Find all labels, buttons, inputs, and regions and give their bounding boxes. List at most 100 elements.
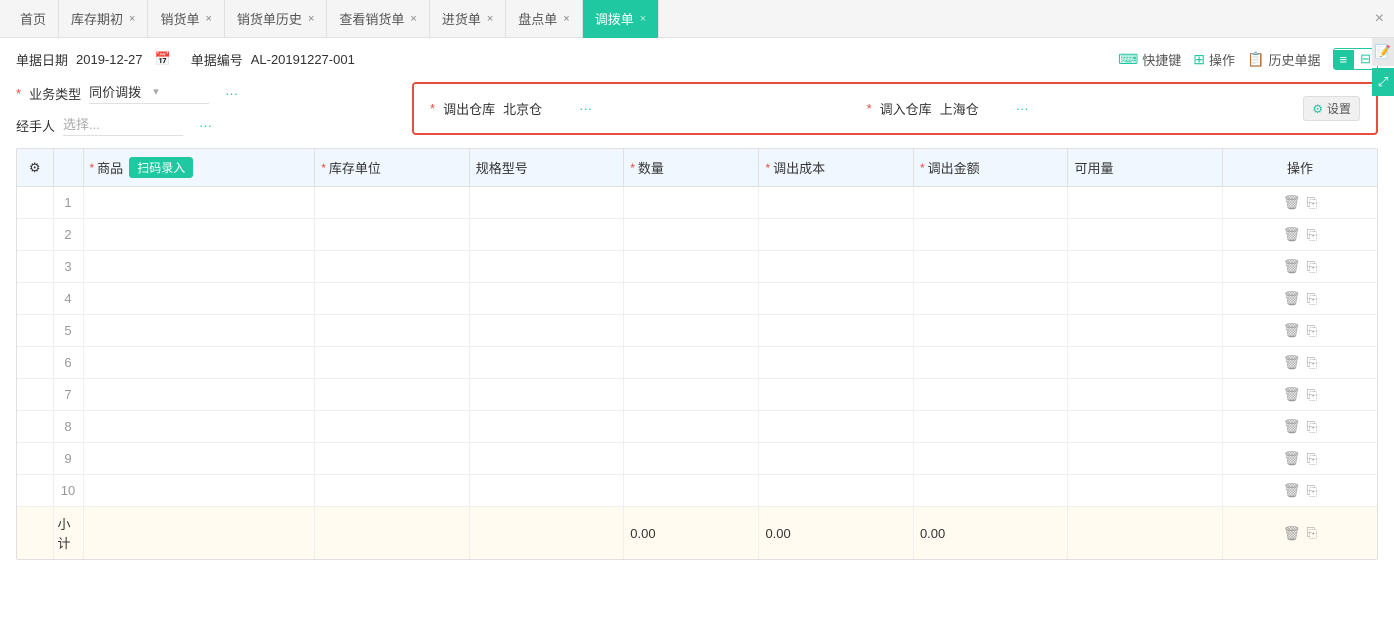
row-product-cell[interactable]	[83, 347, 315, 379]
tab-close-icon[interactable]: ×	[205, 13, 211, 25]
tab-close-icon[interactable]: ×	[487, 13, 493, 25]
row-cost-cell[interactable]: 0.00	[759, 507, 914, 560]
copy-row-icon[interactable]: ⎘	[1307, 483, 1317, 499]
row-amount-cell[interactable]	[913, 283, 1068, 315]
delete-row-icon[interactable]: 🗑	[1283, 525, 1301, 542]
tab-close-icon[interactable]: ×	[129, 13, 135, 25]
handler-input[interactable]: 选择...	[63, 114, 183, 136]
right-panel-expand-button[interactable]: ⤢	[1372, 68, 1394, 96]
tab-purchase-order[interactable]: 进货单 ×	[430, 0, 506, 38]
row-cost-cell[interactable]	[759, 411, 914, 443]
row-product-cell[interactable]	[83, 219, 315, 251]
delete-row-icon[interactable]: 🗑	[1283, 418, 1301, 435]
copy-row-icon[interactable]: ⎘	[1307, 291, 1317, 307]
copy-row-icon[interactable]: ⎘	[1307, 323, 1317, 339]
tab-inventory-init[interactable]: 库存期初 ×	[59, 0, 148, 38]
delete-row-icon[interactable]: 🗑	[1283, 450, 1301, 467]
row-product-cell[interactable]	[83, 251, 315, 283]
delete-row-icon[interactable]: 🗑	[1283, 482, 1301, 499]
row-product-cell[interactable]	[83, 475, 315, 507]
row-product-cell[interactable]	[83, 187, 315, 219]
tab-transfer[interactable]: 调拨单 ×	[583, 0, 659, 38]
scan-btn-header[interactable]: 扫码录入	[129, 157, 193, 178]
delete-row-icon[interactable]: 🗑	[1283, 354, 1301, 371]
row-qty-cell[interactable]	[624, 187, 759, 219]
biz-type-input[interactable]: 同价调拨 ▾	[89, 82, 209, 104]
handler-more-button[interactable]: ···	[199, 118, 212, 133]
row-amount-cell[interactable]: 0.00	[913, 507, 1068, 560]
row-qty-cell[interactable]	[624, 411, 759, 443]
row-product-cell[interactable]	[83, 379, 315, 411]
copy-row-icon[interactable]: ⎘	[1307, 525, 1317, 541]
row-qty-cell[interactable]	[624, 283, 759, 315]
scan-button[interactable]: 扫码录入	[129, 157, 193, 178]
tab-close-icon[interactable]: ×	[640, 13, 646, 25]
row-cost-cell[interactable]	[759, 475, 914, 507]
row-amount-cell[interactable]	[913, 443, 1068, 475]
row-amount-cell[interactable]	[913, 347, 1068, 379]
row-cost-cell[interactable]	[759, 379, 914, 411]
tab-sales-history[interactable]: 销货单历史 ×	[225, 0, 327, 38]
copy-row-icon[interactable]: ⎘	[1307, 451, 1317, 467]
row-amount-cell[interactable]	[913, 475, 1068, 507]
row-cost-cell[interactable]	[759, 347, 914, 379]
biz-type-dropdown-icon: ▾	[153, 85, 159, 98]
settings-button[interactable]: ⚙ 设置	[1303, 96, 1360, 121]
copy-row-icon[interactable]: ⎘	[1307, 387, 1317, 403]
copy-row-icon[interactable]: ⎘	[1307, 195, 1317, 211]
row-cost-cell[interactable]	[759, 443, 914, 475]
copy-row-icon[interactable]: ⎘	[1307, 227, 1317, 243]
shortcuts-button[interactable]: ⌨ 快捷键	[1118, 50, 1181, 69]
tab-close-icon[interactable]: ×	[410, 13, 416, 25]
copy-row-icon[interactable]: ⎘	[1307, 355, 1317, 371]
row-qty-cell[interactable]	[624, 443, 759, 475]
delete-row-icon[interactable]: 🗑	[1283, 386, 1301, 403]
window-close-button[interactable]: ×	[1375, 10, 1384, 28]
row-product-cell[interactable]	[83, 283, 315, 315]
copy-row-icon[interactable]: ⎘	[1307, 419, 1317, 435]
delete-row-icon[interactable]: 🗑	[1283, 322, 1301, 339]
row-cost-cell[interactable]	[759, 187, 914, 219]
row-amount-cell[interactable]	[913, 187, 1068, 219]
row-qty-cell[interactable]	[624, 315, 759, 347]
row-qty-cell[interactable]	[624, 251, 759, 283]
row-cost-cell[interactable]	[759, 283, 914, 315]
row-qty-cell[interactable]: 0.00	[624, 507, 759, 560]
calendar-icon[interactable]: 📅	[155, 51, 171, 67]
operations-button[interactable]: ⊞ 操作	[1193, 50, 1235, 69]
biz-type-more-button[interactable]: ···	[225, 86, 238, 101]
row-amount-cell[interactable]	[913, 315, 1068, 347]
delete-row-icon[interactable]: 🗑	[1283, 290, 1301, 307]
history-button[interactable]: 📋 历史单据	[1247, 50, 1320, 69]
row-product-cell[interactable]	[83, 443, 315, 475]
row-cost-cell[interactable]	[759, 219, 914, 251]
row-cost-cell[interactable]	[759, 251, 914, 283]
row-amount-cell[interactable]	[913, 379, 1068, 411]
tab-close-icon[interactable]: ×	[308, 13, 314, 25]
row-qty-cell[interactable]	[624, 379, 759, 411]
delete-row-icon[interactable]: 🗑	[1283, 194, 1301, 211]
delete-row-icon[interactable]: 🗑	[1283, 226, 1301, 243]
list-view-button[interactable]: ≡	[1334, 50, 1355, 69]
row-qty-cell[interactable]	[624, 347, 759, 379]
col-settings[interactable]: ⚙	[17, 149, 53, 187]
delete-row-icon[interactable]: 🗑	[1283, 258, 1301, 275]
row-amount-cell[interactable]	[913, 411, 1068, 443]
tab-close-icon[interactable]: ×	[563, 13, 569, 25]
row-amount-cell[interactable]	[913, 251, 1068, 283]
row-qty-cell[interactable]	[624, 219, 759, 251]
row-cost-cell[interactable]	[759, 315, 914, 347]
row-product-cell[interactable]	[83, 411, 315, 443]
out-warehouse-more-button[interactable]: ···	[579, 101, 592, 116]
row-qty-cell[interactable]	[624, 475, 759, 507]
in-warehouse-more-button[interactable]: ···	[1016, 101, 1029, 116]
tab-view-sales[interactable]: 查看销货单 ×	[327, 0, 429, 38]
tab-sales-order[interactable]: 销货单 ×	[148, 0, 224, 38]
row-product-cell[interactable]	[83, 315, 315, 347]
tab-stocktake[interactable]: 盘点单 ×	[506, 0, 582, 38]
row-amount-cell[interactable]	[913, 219, 1068, 251]
row-product-cell[interactable]	[83, 507, 315, 560]
right-panel-note-button[interactable]: 📝	[1372, 38, 1394, 66]
copy-row-icon[interactable]: ⎘	[1307, 259, 1317, 275]
tab-home[interactable]: 首页	[8, 0, 59, 38]
